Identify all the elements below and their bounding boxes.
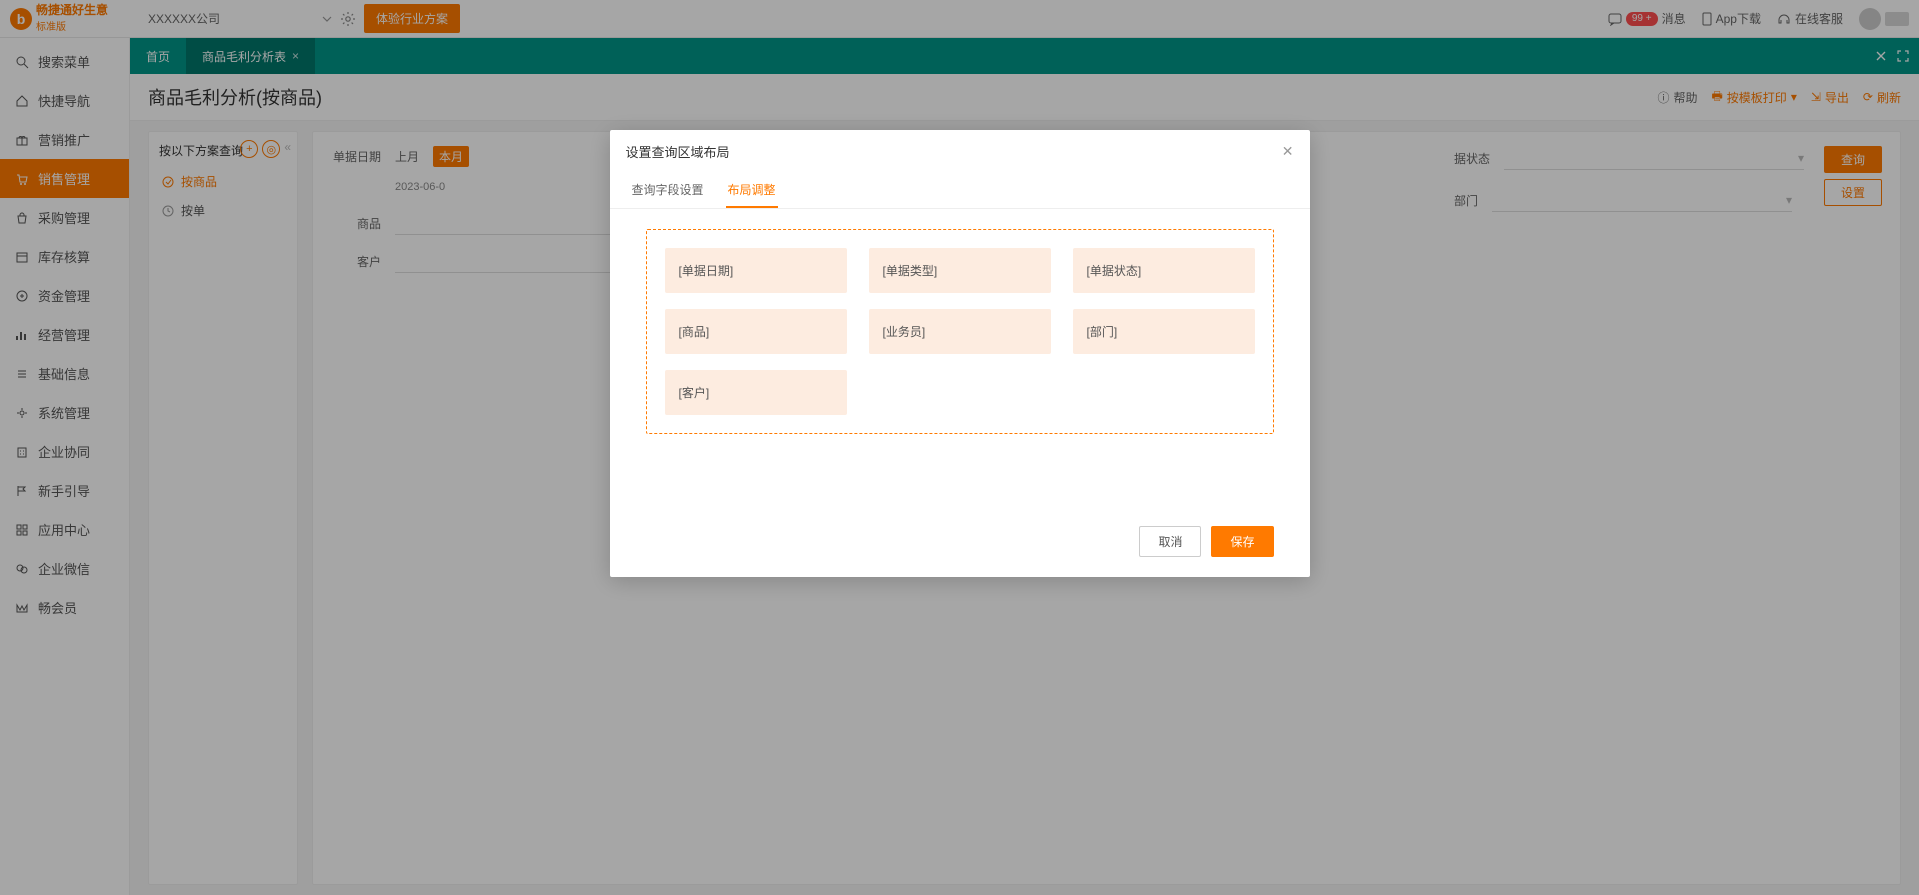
field-chip[interactable]: [单据日期] <box>665 248 847 293</box>
layout-drop-zone[interactable]: [单据日期] [单据类型] [单据状态] [商品] [业务员] [部门] [客户… <box>646 229 1274 434</box>
field-chip[interactable]: [商品] <box>665 309 847 354</box>
field-chip[interactable]: [部门] <box>1073 309 1255 354</box>
modal-tab-fields[interactable]: 查询字段设置 <box>630 173 706 208</box>
modal-header: 设置查询区域布局 ✕ <box>610 130 1310 173</box>
layout-settings-modal: 设置查询区域布局 ✕ 查询字段设置 布局调整 [单据日期] [单据类型] [单据… <box>610 130 1310 577</box>
modal-tabs: 查询字段设置 布局调整 <box>610 173 1310 209</box>
modal-backdrop: 设置查询区域布局 ✕ 查询字段设置 布局调整 [单据日期] [单据类型] [单据… <box>0 0 1919 895</box>
field-chip[interactable]: [单据状态] <box>1073 248 1255 293</box>
field-chip[interactable]: [业务员] <box>869 309 1051 354</box>
field-chip[interactable]: [单据类型] <box>869 248 1051 293</box>
field-chip[interactable]: [客户] <box>665 370 847 415</box>
modal-tab-layout[interactable]: 布局调整 <box>726 173 778 208</box>
modal-footer: 取消 保存 <box>610 514 1310 577</box>
modal-title: 设置查询区域布局 <box>626 142 730 161</box>
close-icon[interactable]: ✕ <box>1282 143 1294 160</box>
save-button[interactable]: 保存 <box>1211 526 1273 557</box>
modal-body: [单据日期] [单据类型] [单据状态] [商品] [业务员] [部门] [客户… <box>610 209 1310 514</box>
cancel-button[interactable]: 取消 <box>1139 526 1201 557</box>
